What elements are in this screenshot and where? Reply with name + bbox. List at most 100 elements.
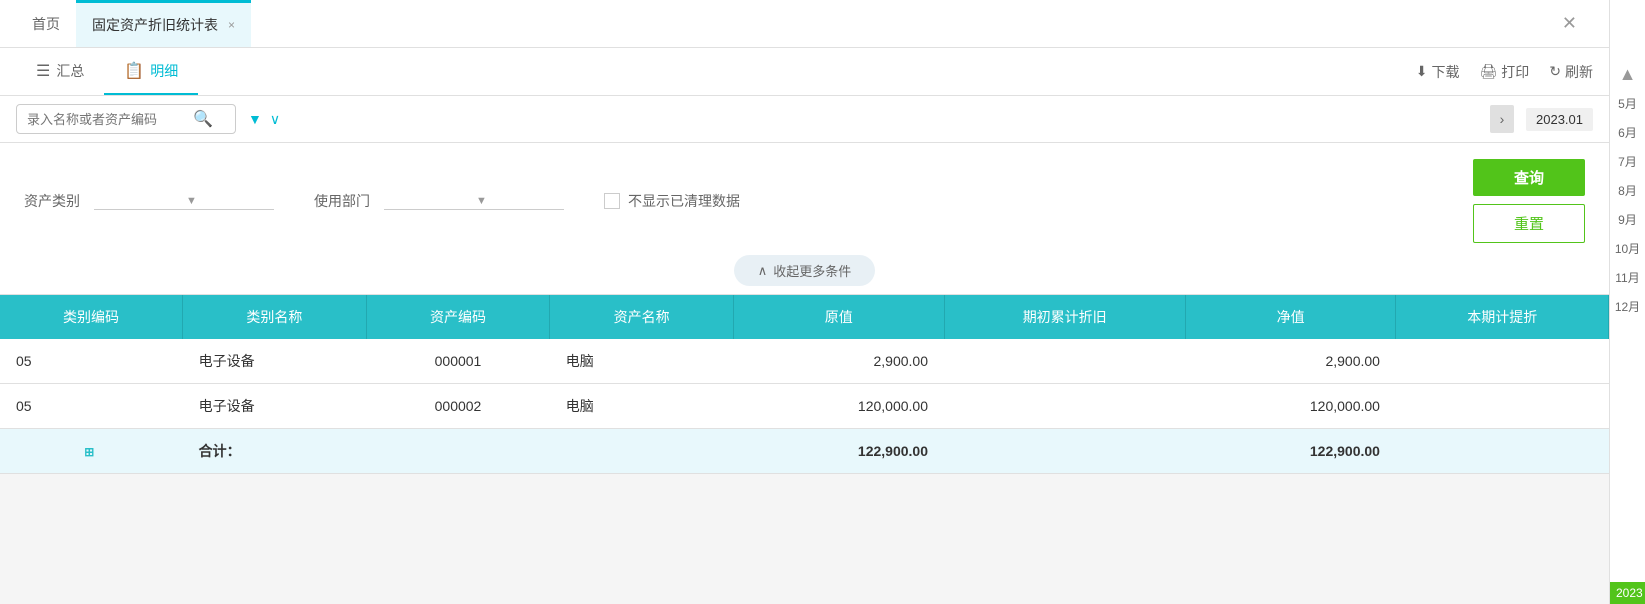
col-category-name: 类别名称	[183, 295, 367, 339]
top-nav: 首页 固定资产折旧统计表 × ✕	[0, 0, 1609, 48]
month-list: 5月6月7月8月9月10月11月12月	[1615, 89, 1640, 321]
search-bar: 🔍 ▼ ∨ › 2023.01	[0, 96, 1609, 143]
col-asset-code: 资产编码	[366, 295, 550, 339]
month-item[interactable]: 9月	[1615, 205, 1640, 234]
month-item[interactable]: 5月	[1615, 89, 1640, 118]
dept-label: 使用部门	[314, 191, 374, 211]
col-current-depr: 本期计提折	[1396, 295, 1609, 339]
download-icon: ⬇	[1416, 63, 1428, 80]
cell-accum-depr	[944, 339, 1185, 384]
cell-category-name: 电子设备	[183, 384, 367, 429]
asset-type-label: 资产类别	[24, 191, 84, 211]
total-current-depr	[1396, 429, 1609, 474]
sub-tab-actions: ⬇ 下载 🖨 打印 ↻ 刷新	[1416, 62, 1593, 82]
tab-detail[interactable]: 📋 明细	[104, 48, 198, 95]
month-item[interactable]: 12月	[1615, 292, 1640, 321]
no-cleared-label: 不显示已清理数据	[628, 191, 740, 211]
print-label: 打印	[1501, 62, 1529, 82]
table-row: 05 电子设备 000002 电脑 120,000.00 120,000.00	[0, 384, 1609, 429]
collapse-icon: ∧	[758, 263, 768, 279]
cell-asset-name: 电脑	[550, 384, 734, 429]
month-item[interactable]: 7月	[1615, 147, 1640, 176]
no-cleared-checkbox[interactable]	[604, 193, 620, 209]
filter-buttons: 查询 重置	[1473, 159, 1585, 243]
refresh-icon: ↻	[1549, 63, 1561, 80]
cell-asset-name: 电脑	[550, 339, 734, 384]
col-net-value: 净值	[1185, 295, 1396, 339]
dept-arrow-icon: ▼	[476, 195, 560, 207]
download-label: 下载	[1431, 62, 1459, 82]
cell-current-depr	[1396, 384, 1609, 429]
refresh-button[interactable]: ↻ 刷新	[1549, 62, 1593, 82]
tab-detail-label: 明细	[150, 61, 178, 81]
download-button[interactable]: ⬇ 下载	[1416, 62, 1460, 82]
filter-panel: 资产类别 ▼ 使用部门 ▼ 不显示已清理数据 查询 重置	[0, 143, 1609, 295]
total-icon-cell: ⊞	[0, 429, 183, 474]
search-input[interactable]	[27, 112, 187, 127]
col-accum-depr: 期初累计折旧	[944, 295, 1185, 339]
search-icon[interactable]: 🔍	[193, 109, 213, 129]
no-cleared-field: 不显示已清理数据	[604, 191, 740, 211]
table-row: 05 电子设备 000001 电脑 2,900.00 2,900.00	[0, 339, 1609, 384]
cell-net-value: 120,000.00	[1185, 384, 1396, 429]
collapse-btn-label: 收起更多条件	[773, 261, 851, 280]
print-icon: 🖨	[1479, 63, 1497, 80]
date-label: 2023.01	[1526, 108, 1593, 131]
cell-original-value: 2,900.00	[733, 339, 944, 384]
reset-button[interactable]: 重置	[1473, 204, 1585, 243]
dept-field: 使用部门 ▼	[314, 191, 564, 211]
asset-type-field: 资产类别 ▼	[24, 191, 274, 211]
detail-icon: 📋	[124, 61, 144, 81]
filter-row: 资产类别 ▼ 使用部门 ▼ 不显示已清理数据 查询 重置	[24, 159, 1585, 243]
table-header-row: 类别编码 类别名称 资产编码 资产名称 原值 期初累计折旧 净值 本期计提折	[0, 295, 1609, 339]
cell-asset-code: 000001	[366, 339, 550, 384]
asset-type-select[interactable]: ▼	[94, 193, 274, 210]
col-original-value: 原值	[733, 295, 944, 339]
cell-net-value: 2,900.00	[1185, 339, 1396, 384]
month-item[interactable]: 10月	[1615, 234, 1640, 263]
total-net: 122,900.00	[1185, 429, 1396, 474]
dept-select[interactable]: ▼	[384, 193, 564, 210]
cell-original-value: 120,000.00	[733, 384, 944, 429]
search-input-wrap[interactable]: 🔍	[16, 104, 236, 134]
cell-category-code: 05	[0, 339, 183, 384]
print-button[interactable]: 🖨 打印	[1479, 62, 1529, 82]
nav-home[interactable]: 首页	[16, 0, 76, 47]
month-item[interactable]: 8月	[1615, 176, 1640, 205]
summary-icon: ☰	[36, 61, 50, 81]
cell-category-name: 电子设备	[183, 339, 367, 384]
total-icon: ⊞	[84, 445, 94, 459]
scroll-up-icon[interactable]: ▲	[1619, 60, 1637, 89]
col-asset-name: 资产名称	[550, 295, 734, 339]
sub-tab-bar: ☰ 汇总 📋 明细 ⬇ 下载 🖨 打印 ↻ 刷新	[0, 48, 1609, 96]
tab-summary-label: 汇总	[56, 61, 84, 81]
collapse-more-conditions-button[interactable]: ∧ 收起更多条件	[734, 255, 876, 286]
nav-tab-fixed-assets[interactable]: 固定资产折旧统计表 ×	[76, 0, 251, 47]
chevron-down-icon: ∨	[270, 111, 280, 128]
col-category-code: 类别编码	[0, 295, 183, 339]
data-table: 类别编码 类别名称 资产编码 资产名称 原值 期初累计折旧 净值 本期计提折 0…	[0, 295, 1609, 474]
asset-type-arrow-icon: ▼	[186, 195, 270, 207]
sub-tabs: ☰ 汇总 📋 明细	[16, 48, 198, 95]
cell-category-code: 05	[0, 384, 183, 429]
year-badge: 2023	[1610, 582, 1645, 604]
table-wrap: 类别编码 类别名称 资产编码 资产名称 原值 期初累计折旧 净值 本期计提折 0…	[0, 295, 1609, 474]
right-panel: ▲ 5月6月7月8月9月10月11月12月 2023	[1609, 0, 1645, 604]
total-original: 122,900.00	[733, 429, 944, 474]
refresh-label: 刷新	[1565, 62, 1593, 82]
total-label: 合计：	[183, 429, 734, 474]
cell-asset-code: 000002	[366, 384, 550, 429]
tab-close-icon[interactable]: ×	[228, 18, 235, 32]
window-close-button[interactable]: ✕	[1546, 13, 1593, 34]
query-button[interactable]: 查询	[1473, 159, 1585, 196]
cell-current-depr	[1396, 339, 1609, 384]
collapse-panel-button[interactable]: ›	[1490, 105, 1514, 133]
filter-icon: ▼	[248, 111, 262, 127]
month-item[interactable]: 6月	[1615, 118, 1640, 147]
month-item[interactable]: 11月	[1615, 263, 1640, 292]
tab-label: 固定资产折旧统计表	[92, 15, 218, 35]
cell-accum-depr	[944, 384, 1185, 429]
tab-summary[interactable]: ☰ 汇总	[16, 48, 104, 95]
more-filters-button[interactable]: ▼ ∨	[248, 111, 280, 128]
total-accum-depr	[944, 429, 1185, 474]
